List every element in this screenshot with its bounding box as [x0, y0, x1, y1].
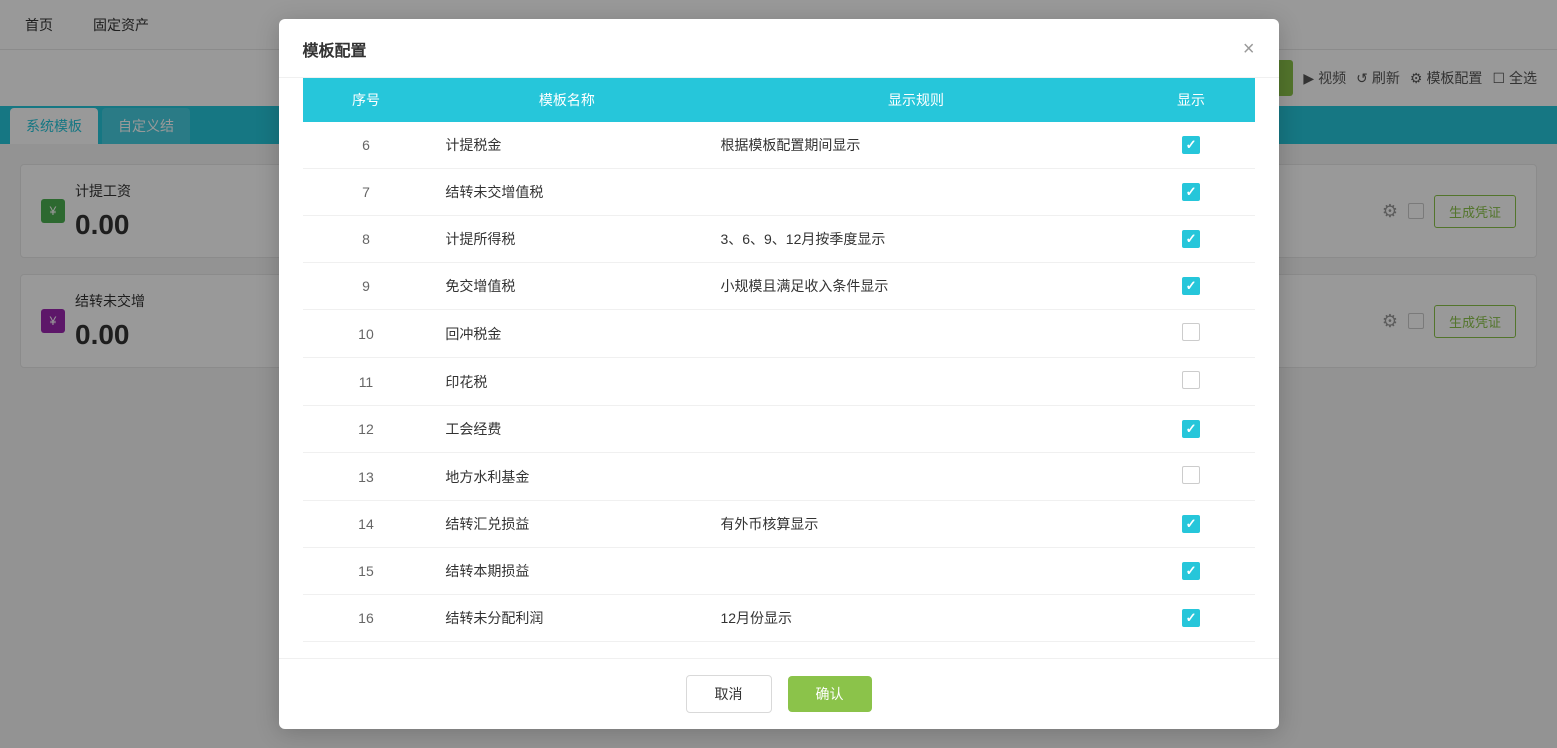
cell-name: 印花税: [429, 358, 704, 406]
modal-header: 模板配置 ×: [279, 19, 1279, 78]
checkbox-16[interactable]: [1182, 609, 1200, 627]
cell-seq: 14: [303, 501, 430, 548]
checkbox-7[interactable]: [1182, 183, 1200, 201]
cell-seq: 16: [303, 595, 430, 642]
table-row: 8计提所得税3、6、9、12月按季度显示: [303, 216, 1255, 263]
table-row: 11印花税: [303, 358, 1255, 406]
cell-checkbox[interactable]: [1128, 548, 1255, 595]
cell-checkbox[interactable]: [1128, 595, 1255, 642]
cell-checkbox[interactable]: [1128, 406, 1255, 453]
cell-checkbox[interactable]: [1128, 310, 1255, 358]
table-row: 16结转未分配利润12月份显示: [303, 595, 1255, 642]
cell-checkbox[interactable]: [1128, 263, 1255, 310]
cell-name: 结转汇兑损益: [429, 501, 704, 548]
cell-checkbox[interactable]: [1128, 453, 1255, 501]
modal-close-button[interactable]: ×: [1243, 39, 1255, 59]
cell-checkbox[interactable]: [1128, 169, 1255, 216]
cell-rule: [704, 358, 1127, 406]
cell-rule: [704, 453, 1127, 501]
cell-name: 免交增值税: [429, 263, 704, 310]
cell-rule: [704, 406, 1127, 453]
cell-rule: 小规模且满足收入条件显示: [704, 263, 1127, 310]
checkbox-14[interactable]: [1182, 515, 1200, 533]
cell-rule: 12月份显示: [704, 595, 1127, 642]
cell-name: 计提税金: [429, 122, 704, 169]
checkbox-6[interactable]: [1182, 136, 1200, 154]
cell-seq: 11: [303, 358, 430, 406]
col-seq: 序号: [303, 78, 430, 122]
cell-rule: [704, 169, 1127, 216]
config-table: 序号 模板名称 显示规则 显示 6计提税金根据模板配置期间显示7结转未交增值税8…: [303, 78, 1255, 642]
cell-name: 计提所得税: [429, 216, 704, 263]
cell-name: 地方水利基金: [429, 453, 704, 501]
cell-seq: 8: [303, 216, 430, 263]
cell-checkbox[interactable]: [1128, 501, 1255, 548]
cell-checkbox[interactable]: [1128, 358, 1255, 406]
template-config-modal: 模板配置 × 序号 模板名称 显示规则 显示 6计提税金根据模板配置期间显示7结…: [279, 19, 1279, 729]
cell-rule: [704, 310, 1127, 358]
checkbox-11[interactable]: [1182, 371, 1200, 389]
cell-seq: 12: [303, 406, 430, 453]
table-row: 14结转汇兑损益有外币核算显示: [303, 501, 1255, 548]
cell-name: 工会经费: [429, 406, 704, 453]
modal-body: 序号 模板名称 显示规则 显示 6计提税金根据模板配置期间显示7结转未交增值税8…: [279, 78, 1279, 658]
table-row: 10回冲税金: [303, 310, 1255, 358]
table-row: 15结转本期损益: [303, 548, 1255, 595]
cell-rule: 3、6、9、12月按季度显示: [704, 216, 1127, 263]
checkbox-15[interactable]: [1182, 562, 1200, 580]
table-row: 7结转未交增值税: [303, 169, 1255, 216]
checkbox-10[interactable]: [1182, 323, 1200, 341]
checkbox-13[interactable]: [1182, 466, 1200, 484]
cell-seq: 10: [303, 310, 430, 358]
modal-title: 模板配置: [303, 37, 367, 61]
col-display: 显示: [1128, 78, 1255, 122]
modal-footer: 取消 确认: [279, 658, 1279, 729]
table-row: 9免交增值税小规模且满足收入条件显示: [303, 263, 1255, 310]
cancel-button[interactable]: 取消: [686, 675, 772, 713]
table-row: 6计提税金根据模板配置期间显示: [303, 122, 1255, 169]
cell-name: 结转未分配利润: [429, 595, 704, 642]
cell-rule: 有外币核算显示: [704, 501, 1127, 548]
confirm-button[interactable]: 确认: [788, 676, 872, 712]
col-rule: 显示规则: [704, 78, 1127, 122]
col-name: 模板名称: [429, 78, 704, 122]
cell-name: 结转本期损益: [429, 548, 704, 595]
cell-seq: 6: [303, 122, 430, 169]
cell-name: 结转未交增值税: [429, 169, 704, 216]
cell-seq: 15: [303, 548, 430, 595]
cell-seq: 9: [303, 263, 430, 310]
modal-overlay: 模板配置 × 序号 模板名称 显示规则 显示 6计提税金根据模板配置期间显示7结…: [0, 0, 1557, 748]
checkbox-8[interactable]: [1182, 230, 1200, 248]
cell-checkbox[interactable]: [1128, 216, 1255, 263]
cell-seq: 7: [303, 169, 430, 216]
cell-name: 回冲税金: [429, 310, 704, 358]
checkbox-12[interactable]: [1182, 420, 1200, 438]
cell-seq: 13: [303, 453, 430, 501]
table-row: 13地方水利基金: [303, 453, 1255, 501]
table-header-row: 序号 模板名称 显示规则 显示: [303, 78, 1255, 122]
checkbox-9[interactable]: [1182, 277, 1200, 295]
table-row: 12工会经费: [303, 406, 1255, 453]
cell-rule: [704, 548, 1127, 595]
cell-checkbox[interactable]: [1128, 122, 1255, 169]
cell-rule: 根据模板配置期间显示: [704, 122, 1127, 169]
